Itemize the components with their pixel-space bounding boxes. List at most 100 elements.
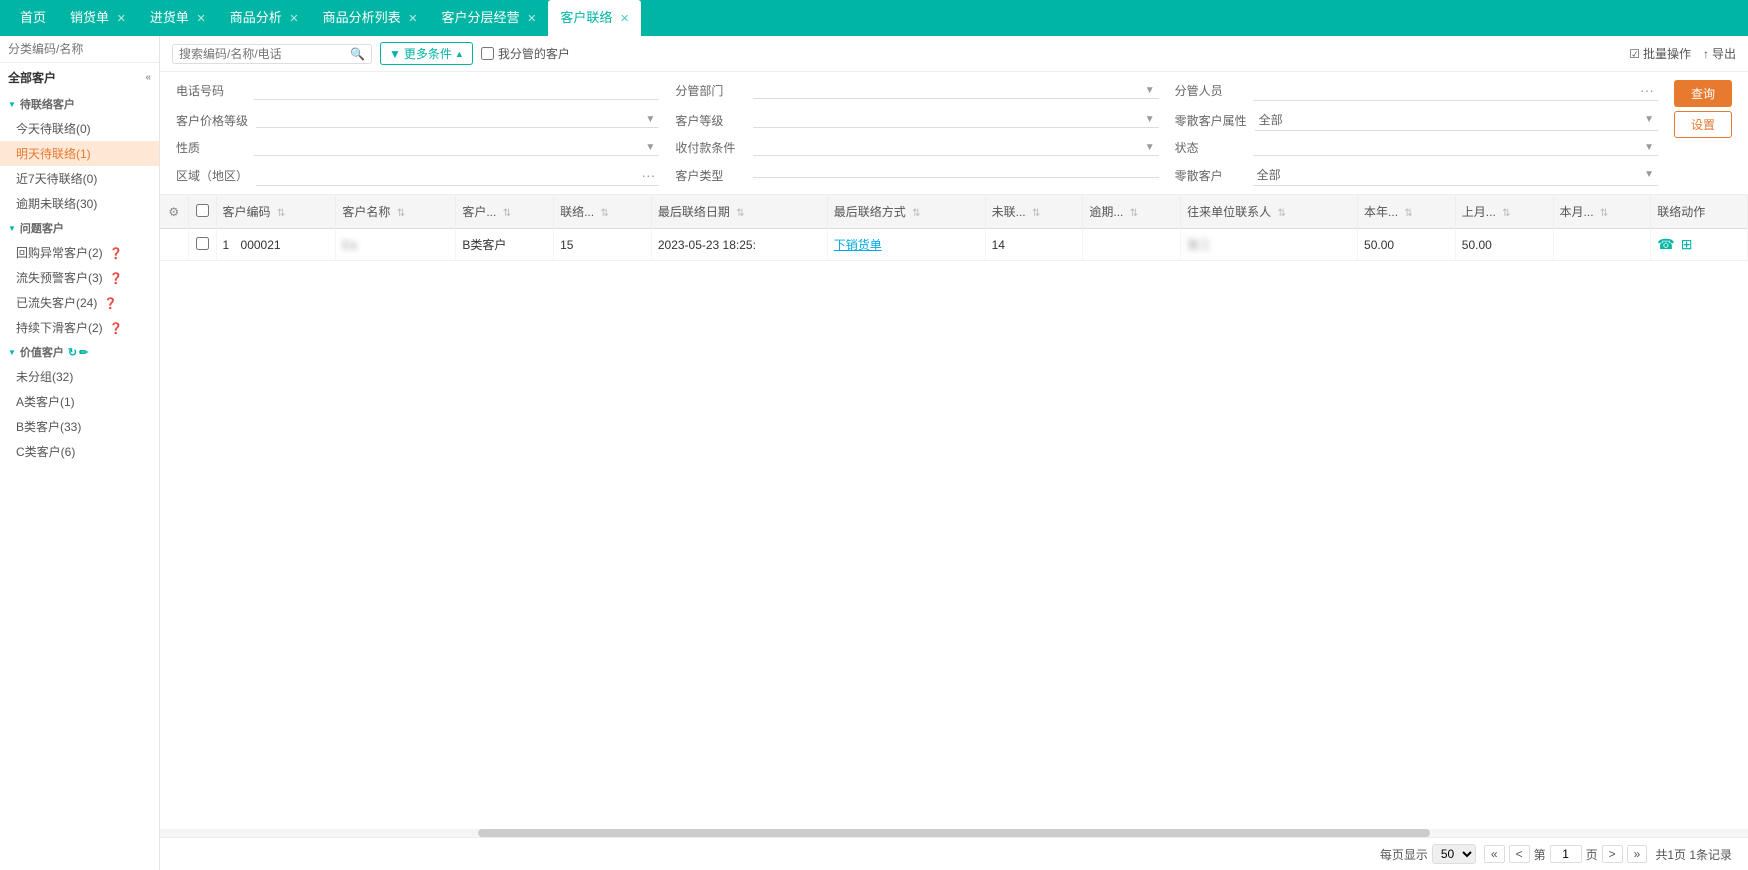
last-method-link[interactable]: 下销货单 bbox=[834, 238, 882, 252]
nav-customer-segmentation[interactable]: 客户分层经营 ✕ bbox=[429, 0, 548, 36]
help-icon-2[interactable]: ❓ bbox=[104, 298, 118, 310]
settings-button[interactable]: 设置 bbox=[1674, 111, 1732, 138]
next-page-btn[interactable]: > bbox=[1602, 845, 1623, 863]
first-page-btn[interactable]: « bbox=[1484, 845, 1505, 863]
col-this-year: 本年... ⇅ bbox=[1358, 195, 1456, 229]
all-customers-header[interactable]: 全部客户 « bbox=[0, 63, 159, 92]
sort-contact-icon[interactable]: ⇅ bbox=[600, 208, 608, 219]
sidebar-item-overdue[interactable]: 逾期未联络(30) bbox=[0, 191, 159, 216]
sort-name-icon[interactable]: ⇅ bbox=[397, 208, 405, 219]
sidebar-item-tomorrow-pending[interactable]: 明天待联络(1) bbox=[0, 141, 159, 166]
sort-year-icon[interactable]: ⇅ bbox=[1404, 208, 1412, 219]
pending-group-title: 待联络客户 bbox=[0, 92, 159, 116]
sidebar-item-declining[interactable]: 持续下滑客户(2) ❓ bbox=[0, 315, 159, 340]
dept-select[interactable]: ▼ bbox=[753, 83, 1158, 99]
my-customer-checkbox[interactable] bbox=[481, 47, 494, 60]
sidebar-item-c-class[interactable]: C类客户(6) bbox=[0, 439, 159, 464]
sort-month-icon[interactable]: ⇅ bbox=[1600, 208, 1608, 219]
sort-date-icon[interactable]: ⇅ bbox=[736, 208, 744, 219]
page-unit-label: 页 bbox=[1586, 846, 1598, 863]
close-sales-order-icon[interactable]: ✕ bbox=[117, 13, 126, 25]
sidebar-search-input[interactable] bbox=[8, 42, 160, 56]
table-row: 1 000021 Ea B类客户 15 2023-0 bbox=[160, 229, 1748, 261]
my-customer-checkbox-area[interactable]: 我分管的客户 bbox=[481, 45, 570, 62]
row-code-cell: 1 000021 bbox=[216, 229, 336, 261]
prev-page-btn[interactable]: < bbox=[1509, 845, 1530, 863]
export-btn[interactable]: ↑ 导出 bbox=[1703, 45, 1736, 62]
person-dots-icon[interactable]: ··· bbox=[1640, 82, 1654, 98]
person-select[interactable]: ··· bbox=[1253, 80, 1658, 101]
close-customer-seg-icon[interactable]: ✕ bbox=[527, 13, 536, 25]
sidebar-item-a-class[interactable]: A类客户(1) bbox=[0, 389, 159, 414]
sidebar-item-7days-pending[interactable]: 近7天待联络(0) bbox=[0, 166, 159, 191]
filter-customer-level-field: 客户等级 ▼ bbox=[675, 112, 1158, 129]
customer-level-label: 客户等级 bbox=[675, 112, 745, 129]
nav-sales-order[interactable]: 销货单 ✕ bbox=[58, 0, 138, 36]
nav-product-analysis-list[interactable]: 商品分析列表 ✕ bbox=[311, 0, 430, 36]
nature-select[interactable]: ▼ bbox=[254, 140, 659, 156]
sort-lmonth-icon[interactable]: ⇅ bbox=[1502, 208, 1510, 219]
nav-customer-contact[interactable]: 客户联络 ✕ bbox=[548, 0, 641, 36]
close-product-analysis-list-icon[interactable]: ✕ bbox=[408, 13, 417, 25]
filter-caret-icon: ▲ bbox=[455, 49, 464, 59]
filter-more-btn[interactable]: ▼ 更多条件 ▲ bbox=[380, 42, 473, 65]
price-level-select[interactable]: ▼ bbox=[256, 112, 659, 128]
value-group-refresh-icon[interactable]: ↻ bbox=[68, 346, 77, 359]
col-gear[interactable]: ⚙ bbox=[160, 195, 188, 229]
sidebar-item-churn-warning[interactable]: 流失预警客户(3) ❓ bbox=[0, 265, 159, 290]
sidebar-item-repurchase-abnormal[interactable]: 回购异常客户(2) ❓ bbox=[0, 240, 159, 265]
collapse-icon: « bbox=[145, 72, 151, 83]
value-group-edit-icon[interactable]: ✏ bbox=[79, 346, 88, 359]
search-icon[interactable]: 🔍 bbox=[350, 47, 365, 61]
row-this-year-cell: 50.00 bbox=[1358, 229, 1456, 261]
query-button[interactable]: 查询 bbox=[1674, 80, 1732, 107]
sort-method-icon[interactable]: ⇅ bbox=[912, 208, 920, 219]
query-settings-group: 查询 设置 bbox=[1674, 80, 1732, 186]
per-page-label: 每页显示 bbox=[1380, 846, 1428, 863]
sort-person-icon[interactable]: ⇅ bbox=[1277, 208, 1285, 219]
retail-customer-select[interactable]: 全部 ▼ bbox=[1253, 164, 1658, 186]
page-number-input[interactable] bbox=[1550, 845, 1582, 863]
last-page-btn[interactable]: » bbox=[1627, 845, 1648, 863]
batch-operation-btn[interactable]: ☑ 批量操作 bbox=[1629, 45, 1691, 62]
help-icon-1[interactable]: ❓ bbox=[109, 273, 123, 285]
sidebar-item-churned[interactable]: 已流失客户(24) ❓ bbox=[0, 290, 159, 315]
sidebar-item-ungrouped[interactable]: 未分组(32) bbox=[0, 364, 159, 389]
search-input[interactable] bbox=[179, 47, 350, 61]
total-records-label: 共1页 1条记录 bbox=[1655, 846, 1732, 863]
select-all-checkbox[interactable] bbox=[196, 204, 209, 217]
row-checkbox[interactable] bbox=[196, 237, 209, 250]
status-select[interactable]: ▼ bbox=[1253, 140, 1658, 156]
phone-label: 电话号码 bbox=[176, 82, 246, 99]
grid-action-icon[interactable]: ⊞ bbox=[1681, 236, 1693, 253]
close-product-analysis-icon[interactable]: ✕ bbox=[289, 13, 298, 25]
area-dots-icon[interactable]: ··· bbox=[641, 167, 655, 183]
phone-input[interactable] bbox=[254, 81, 659, 100]
sidebar-item-b-class[interactable]: B类客户(33) bbox=[0, 414, 159, 439]
sort-overdue-icon[interactable]: ⇅ bbox=[1130, 208, 1138, 219]
payment-select[interactable]: ▼ bbox=[753, 140, 1158, 156]
filter-retail-customer-field: 零散客户 全部 ▼ bbox=[1175, 164, 1658, 186]
sort-uncontacted-icon[interactable]: ⇅ bbox=[1032, 208, 1040, 219]
horizontal-scrollbar[interactable] bbox=[160, 829, 1748, 837]
sort-type-icon[interactable]: ⇅ bbox=[503, 208, 511, 219]
row-contact-person-cell: 张三 bbox=[1181, 229, 1358, 261]
help-icon-3[interactable]: ❓ bbox=[109, 323, 123, 335]
customer-type-select[interactable] bbox=[753, 173, 1158, 178]
help-icon-0[interactable]: ❓ bbox=[109, 248, 123, 260]
close-purchase-order-icon[interactable]: ✕ bbox=[197, 13, 206, 25]
nav-purchase-order[interactable]: 进货单 ✕ bbox=[138, 0, 218, 36]
page-size-select[interactable]: 50 bbox=[1432, 844, 1476, 864]
retail-attr-select[interactable]: 全部 ▼ bbox=[1255, 109, 1658, 131]
nav-product-analysis[interactable]: 商品分析 ✕ bbox=[218, 0, 311, 36]
nav-home[interactable]: 首页 bbox=[8, 0, 58, 36]
contact-action-icon[interactable]: ☎ bbox=[1657, 236, 1674, 253]
sort-code-icon[interactable]: ⇅ bbox=[277, 208, 285, 219]
close-customer-contact-icon[interactable]: ✕ bbox=[620, 13, 629, 25]
sidebar-item-today-pending[interactable]: 今天待联络(0) bbox=[0, 116, 159, 141]
pagination-nav: « < 第 页 > » bbox=[1484, 845, 1647, 863]
area-select[interactable]: ··· bbox=[256, 165, 659, 186]
scrollbar-thumb[interactable] bbox=[478, 829, 1431, 837]
sidebar: 🔍 全部客户 « 待联络客户 今天待联络(0) 明天待联络(1) 近7天待联络(… bbox=[0, 36, 160, 870]
customer-level-select[interactable]: ▼ bbox=[753, 112, 1158, 128]
